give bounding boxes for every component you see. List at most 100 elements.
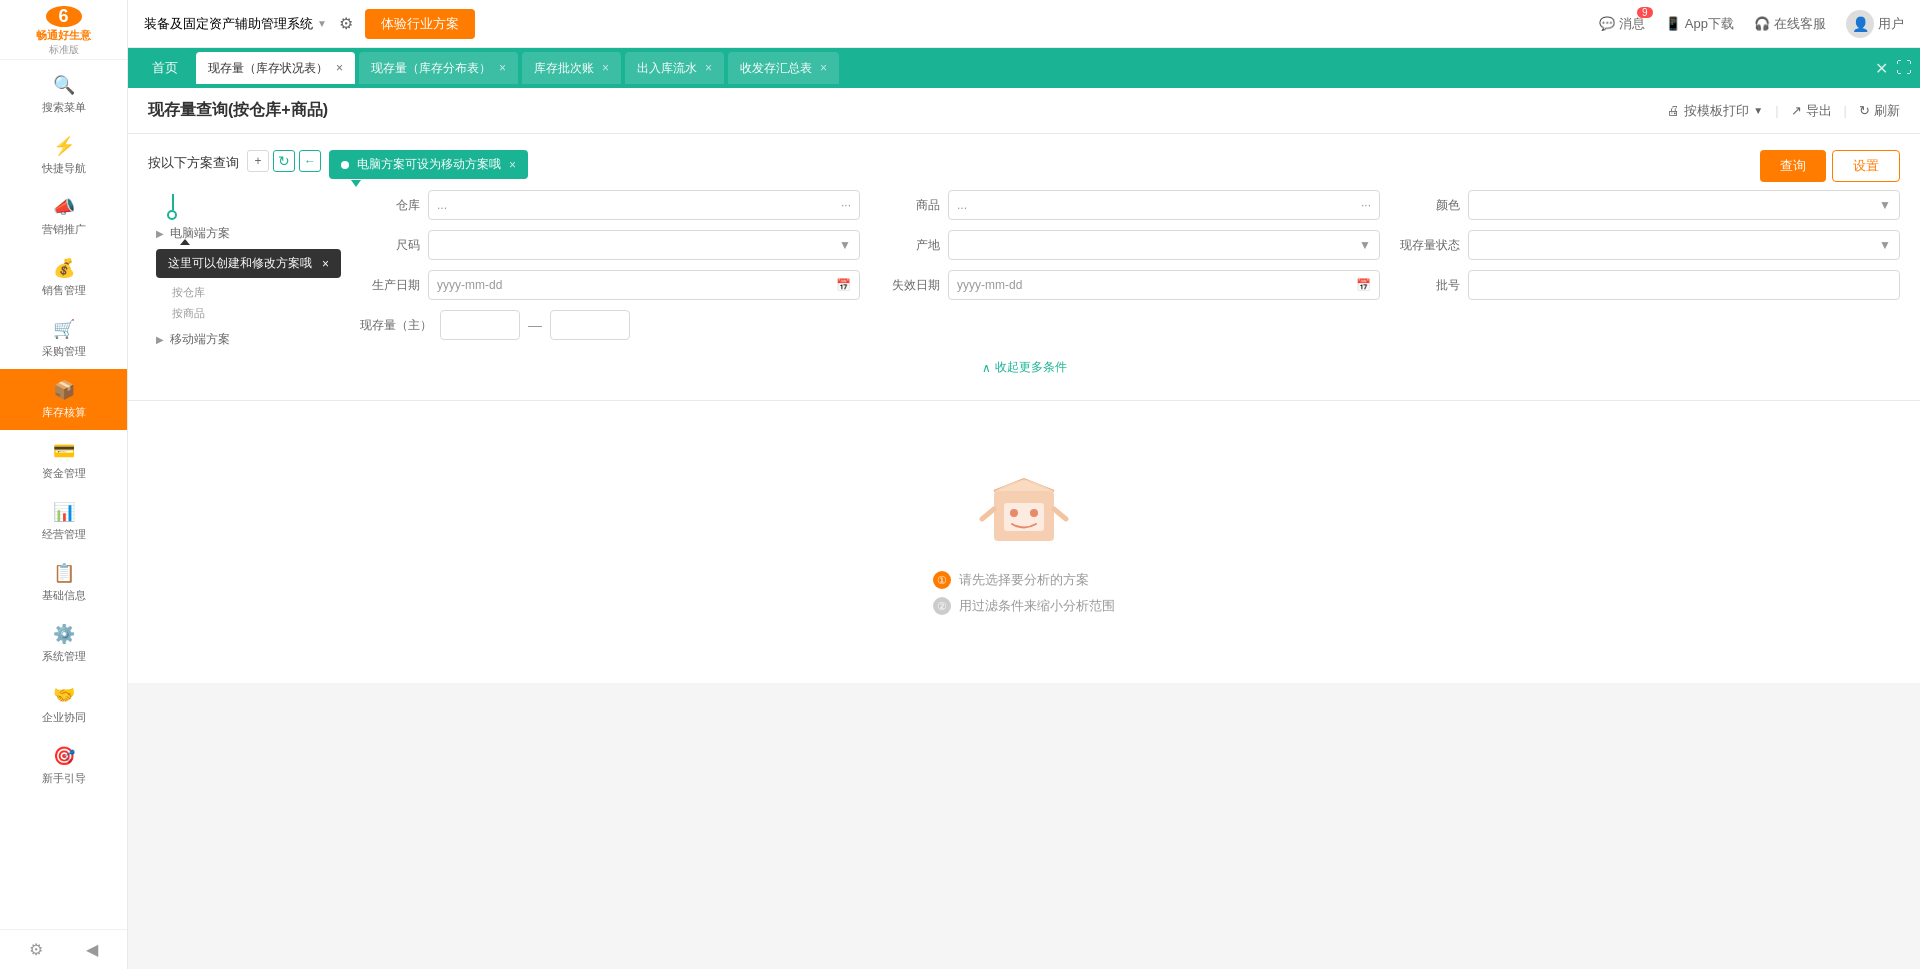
system-title[interactable]: 装备及固定资产辅助管理系统 ▼ [144, 15, 327, 33]
stock-status-input[interactable]: ▼ [1468, 230, 1900, 260]
online-support-label: 在线客服 [1774, 15, 1826, 33]
tab-inventory-batch[interactable]: 库存批次账 × [522, 52, 621, 84]
sidebar-item-inventory[interactable]: 📦 库存核算 [0, 369, 127, 430]
tab-receive-summary[interactable]: 收发存汇总表 × [728, 52, 839, 84]
chevron-up-icon: ∧ [982, 361, 991, 375]
handshake-icon: 🤝 [53, 684, 75, 706]
print-button[interactable]: 🖨 按模板打印 ▼ [1667, 102, 1763, 120]
scheme-popup[interactable]: 电脑方案可设为移动方案哦 × [329, 150, 528, 179]
tab-close-icon[interactable]: × [336, 61, 343, 75]
dots-icon: ··· [1361, 198, 1371, 212]
page-header: 现存量查询(按仓库+商品) 🖨 按模板打印 ▼ | ↗ 导出 | ↻ 刷新 [128, 88, 1920, 134]
collapse-bar[interactable]: ∧ 收起更多条件 [148, 351, 1900, 384]
tree-item-mobile[interactable]: ▶ 移动端方案 [156, 328, 348, 351]
goods-label: 商品 [880, 197, 940, 214]
system-title-text: 装备及固定资产辅助管理系统 [144, 15, 313, 33]
sidebar-item-guide[interactable]: 🎯 新手引导 [0, 735, 127, 796]
svg-point-2 [1010, 509, 1018, 517]
app-download-item[interactable]: 📱 App下载 [1665, 15, 1734, 33]
main-content: 装备及固定资产辅助管理系统 ▼ ⚙ 体验行业方案 💬 消息 9 📱 App下载 … [128, 0, 1920, 969]
tree-sub-items: 按仓库 按商品 [172, 282, 348, 324]
user-label: 用户 [1878, 15, 1904, 33]
settings-bottom-icon[interactable]: ⚙ [29, 940, 43, 959]
sidebar-item-search[interactable]: 🔍 搜索菜单 [0, 64, 127, 125]
warehouse-input[interactable]: ... ··· [428, 190, 860, 220]
collapse-sidebar-icon[interactable]: ◀ [86, 940, 98, 959]
filter-row-2: 尺码 ▼ 产地 ▼ [360, 230, 1900, 260]
sidebar-item-quick[interactable]: ⚡ 快捷导航 [0, 125, 127, 186]
sidebar-item-marketing[interactable]: 📣 营销推广 [0, 186, 127, 247]
tooltip-close[interactable]: × [322, 257, 329, 271]
tab-close-icon[interactable]: × [499, 61, 506, 75]
person-icon: 👤 [1852, 16, 1869, 32]
goods-placeholder: ... [957, 198, 967, 212]
sidebar-item-label: 营销推广 [42, 222, 86, 237]
filter-field-goods: 商品 ... ··· [880, 190, 1380, 220]
sidebar-item-system[interactable]: ⚙️ 系统管理 [0, 613, 127, 674]
chevron-down-icon: ▼ [1359, 238, 1371, 252]
content-area: ① 请先选择要分析的方案 ② 用过滤条件来缩小分析范围 [128, 401, 1920, 683]
production-date-input[interactable]: yyyy-mm-dd 📅 [428, 270, 860, 300]
sidebar-item-finance[interactable]: 💳 资金管理 [0, 430, 127, 491]
scheme-dot [341, 161, 349, 169]
print-icon: 🖨 [1667, 103, 1680, 118]
money-icon: 💰 [53, 257, 75, 279]
expiry-date-placeholder: yyyy-mm-dd [957, 278, 1022, 292]
filter-main-row: ▶ 电脑端方案 这里可以创建和修改方案哦 × [148, 190, 1900, 351]
tree-item-by-warehouse[interactable]: 按仓库 [172, 282, 348, 303]
sidebar-item-enterprise[interactable]: 🤝 企业协同 [0, 674, 127, 735]
back-scheme-button[interactable]: ← [299, 150, 321, 172]
online-support-item[interactable]: 🎧 在线客服 [1754, 15, 1826, 33]
page-area: 现存量查询(按仓库+商品) 🖨 按模板打印 ▼ | ↗ 导出 | ↻ 刷新 [128, 88, 1920, 969]
trial-button[interactable]: 体验行业方案 [365, 9, 475, 39]
calendar-icon: 📅 [836, 278, 851, 292]
tab-close-icon[interactable]: × [602, 61, 609, 75]
refresh-button[interactable]: ↻ 刷新 [1859, 102, 1900, 120]
goods-input[interactable]: ... ··· [948, 190, 1380, 220]
tab-home[interactable]: 首页 [136, 48, 194, 88]
refresh-icon: ↻ [1859, 103, 1870, 118]
search-icon: 🔍 [53, 74, 75, 96]
popup-arrow [351, 180, 361, 187]
origin-input[interactable]: ▼ [948, 230, 1380, 260]
stock-status-label: 现存量状态 [1400, 237, 1460, 254]
tooltip-wrapper: 这里可以创建和修改方案哦 × [156, 245, 348, 278]
query-button[interactable]: 查询 [1760, 150, 1826, 182]
tab-inventory-status[interactable]: 现存量（库存状况表） × [196, 52, 355, 84]
color-input[interactable]: ▼ [1468, 190, 1900, 220]
sidebar-item-basic[interactable]: 📋 基础信息 [0, 552, 127, 613]
tab-inout-flow[interactable]: 出入库流水 × [625, 52, 724, 84]
message-item[interactable]: 💬 消息 9 [1599, 15, 1645, 33]
add-scheme-button[interactable]: + [247, 150, 269, 172]
cart-icon: 🛒 [53, 318, 75, 340]
batch-input[interactable] [1468, 270, 1900, 300]
user-item[interactable]: 👤 用户 [1846, 10, 1904, 38]
sidebar-nav: 🔍 搜索菜单 ⚡ 快捷导航 📣 营销推广 💰 销售管理 🛒 采购管理 📦 库存核… [0, 60, 127, 929]
setting-button[interactable]: 设置 [1832, 150, 1900, 182]
size-input[interactable]: ▼ [428, 230, 860, 260]
chevron-down-icon: ▼ [839, 238, 851, 252]
stock-min-input[interactable] [440, 310, 520, 340]
sidebar-item-label: 采购管理 [42, 344, 86, 359]
scheme-popup-close[interactable]: × [509, 158, 516, 172]
tab-bar: 首页 现存量（库存状况表） × 现存量（库存分布表） × 库存批次账 × 出入库… [128, 48, 1920, 88]
sidebar-item-label: 销售管理 [42, 283, 86, 298]
tree-item-by-goods[interactable]: 按商品 [172, 303, 348, 324]
chart-icon: 📊 [53, 501, 75, 523]
close-all-tabs-icon[interactable]: ✕ [1875, 59, 1888, 78]
tab-close-icon[interactable]: × [820, 61, 827, 75]
export-button[interactable]: ↗ 导出 [1791, 102, 1832, 120]
tab-close-icon[interactable]: × [705, 61, 712, 75]
refresh-scheme-button[interactable]: ↻ [273, 150, 295, 172]
fullscreen-icon[interactable]: ⛶ [1896, 59, 1912, 77]
stock-max-input[interactable] [550, 310, 630, 340]
sidebar-item-operations[interactable]: 📊 经营管理 [0, 491, 127, 552]
sidebar-item-label: 搜索菜单 [42, 100, 86, 115]
filter-field-origin: 产地 ▼ [880, 230, 1380, 260]
sidebar-item-purchase[interactable]: 🛒 采购管理 [0, 308, 127, 369]
sidebar-item-sales[interactable]: 💰 销售管理 [0, 247, 127, 308]
tab-inventory-dist[interactable]: 现存量（库存分布表） × [359, 52, 518, 84]
expiry-date-input[interactable]: yyyy-mm-dd 📅 [948, 270, 1380, 300]
phone-icon: 📱 [1665, 16, 1681, 31]
settings-icon[interactable]: ⚙ [339, 14, 353, 33]
